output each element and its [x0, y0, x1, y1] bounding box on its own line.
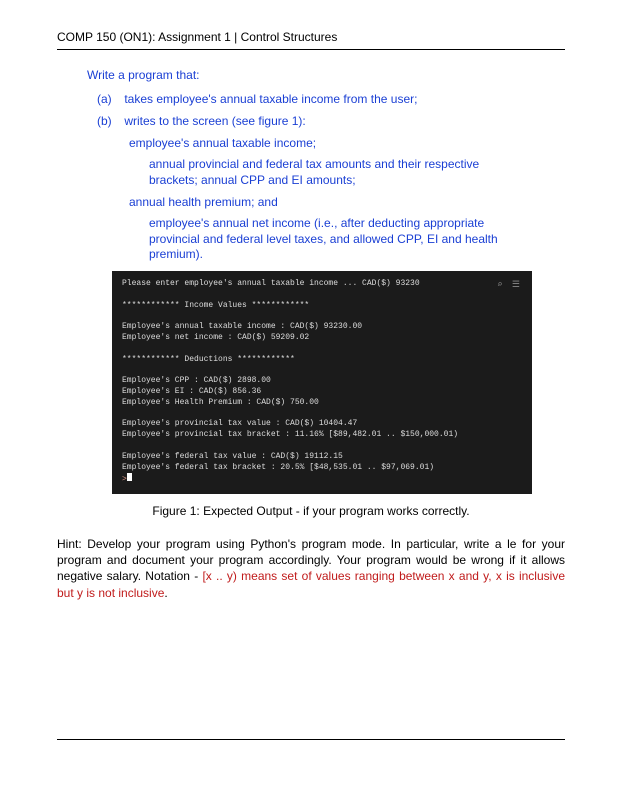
sub-tax: annual provincial and federal tax amount…: [149, 157, 565, 188]
terminal-line: Employee's annual taxable income : CAD($…: [122, 322, 522, 333]
terminal-line: Employee's provincial tax value : CAD($)…: [122, 419, 522, 430]
terminal-line: Employee's federal tax bracket : 20.5% […: [122, 463, 522, 474]
intro-text: Write a program that:: [87, 68, 565, 82]
terminal-line: Employee's EI : CAD($) 856.36: [122, 387, 522, 398]
sub-health: annual health premium; and: [129, 195, 565, 209]
text-b: writes to the screen (see figure 1):: [124, 114, 305, 128]
list-item-b: (b) writes to the screen (see figure 1):: [97, 114, 565, 128]
terminal-output: ⌕ ☰ Please enter employee's annual taxab…: [112, 271, 532, 494]
footer-rule: [57, 739, 565, 740]
terminal-line: Employee's net income : CAD($) 59209.02: [122, 333, 522, 344]
terminal-line: ************ Income Values ************: [122, 301, 522, 312]
terminal-line: ************ Deductions ************: [122, 355, 522, 366]
text-a: takes employee's annual taxable income f…: [124, 92, 417, 106]
page-header: COMP 150 (ON1): Assignment 1 | Control S…: [57, 30, 565, 50]
figure-caption: Figure 1: Expected Output - if your prog…: [57, 504, 565, 518]
hint-period: .: [164, 586, 167, 600]
marker-a: (a): [97, 92, 121, 106]
sub-net: employee's annual net income (i.e., afte…: [149, 216, 565, 263]
sub-income: employee's annual taxable income;: [129, 136, 565, 150]
terminal-line: Please enter employee's annual taxable i…: [122, 279, 522, 290]
terminal-line: Employee's federal tax value : CAD($) 19…: [122, 452, 522, 463]
marker-b: (b): [97, 114, 121, 128]
terminal-tools-icon: ⌕ ☰: [497, 279, 522, 291]
hint-paragraph: Hint: Develop your program using Python'…: [57, 536, 565, 601]
cursor-icon: [127, 473, 132, 481]
terminal-line: Employee's CPP : CAD($) 2898.00: [122, 376, 522, 387]
terminal-line: Employee's provincial tax bracket : 11.1…: [122, 430, 522, 441]
terminal-line: Employee's Health Premium : CAD($) 750.0…: [122, 398, 522, 409]
list-item-a: (a) takes employee's annual taxable inco…: [97, 92, 565, 106]
